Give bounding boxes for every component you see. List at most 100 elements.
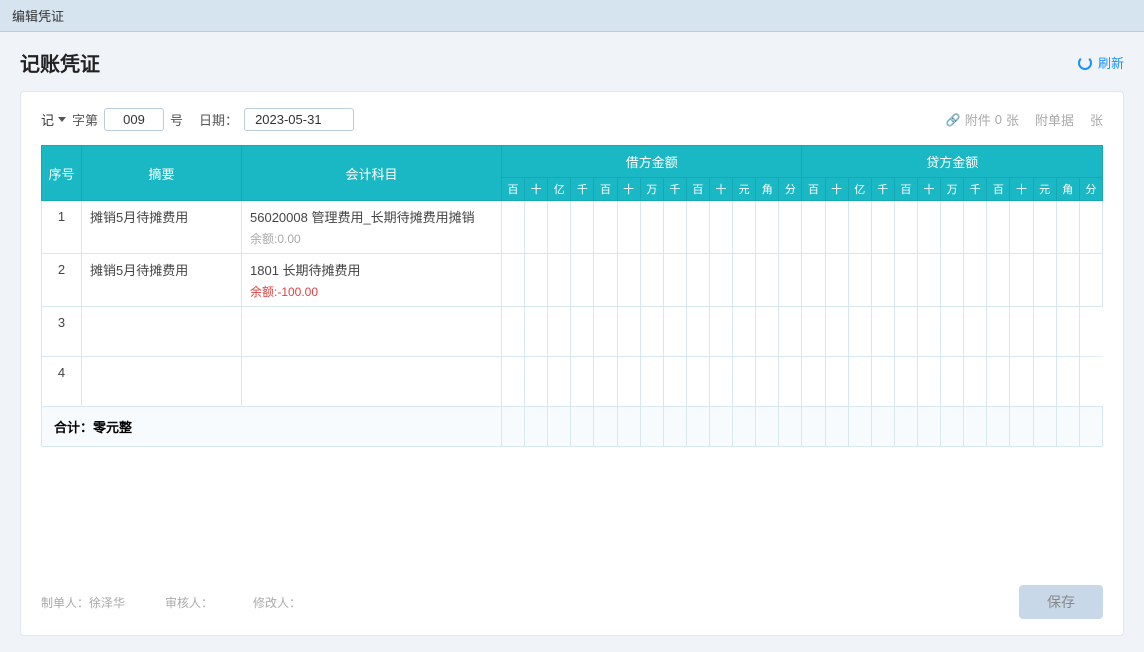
zi-label: 字第	[72, 110, 98, 129]
row2-summary[interactable]: 摊销5月待摊费用	[82, 254, 242, 307]
row2-d2[interactable]	[525, 254, 548, 307]
row1-c12[interactable]	[1056, 201, 1079, 254]
row2-c12[interactable]	[1056, 254, 1079, 307]
credit-digit-wan: 万	[941, 178, 964, 201]
row2-d3[interactable]	[548, 254, 571, 307]
row2-c2[interactable]	[825, 254, 848, 307]
row1-balance: 余额:0.00	[250, 230, 493, 247]
row1-d9[interactable]	[686, 201, 709, 254]
row4-summary[interactable]	[82, 357, 242, 407]
row2-d9[interactable]	[686, 254, 709, 307]
row2-c5[interactable]	[894, 254, 917, 307]
row3-summary[interactable]	[82, 307, 242, 357]
credit-digit-shi3: 十	[1010, 178, 1033, 201]
row2-c13[interactable]	[1079, 254, 1102, 307]
reviewer-info: 审核人：	[165, 594, 213, 611]
refresh-label: 刷新	[1098, 53, 1124, 72]
credit-digit-fen: 分	[1079, 178, 1102, 201]
debit-digit-yuan: 元	[733, 178, 756, 201]
row2-account[interactable]: 1801 长期待摊费用 余额:-100.00	[242, 254, 502, 307]
table-row: 1 摊销5月待摊费用 56020008 管理费用_长期待摊费用摊销 余额:0.0…	[42, 201, 1103, 254]
row2-d11[interactable]	[733, 254, 756, 307]
row1-c5[interactable]	[894, 201, 917, 254]
row1-d4[interactable]	[571, 201, 594, 254]
row1-c6[interactable]	[917, 201, 940, 254]
row2-c3[interactable]	[848, 254, 871, 307]
row1-c8[interactable]	[964, 201, 987, 254]
row3-account[interactable]	[242, 307, 502, 357]
row1-d13[interactable]	[779, 201, 802, 254]
row2-d10[interactable]	[709, 254, 732, 307]
row4-account[interactable]	[242, 357, 502, 407]
row2-d6[interactable]	[617, 254, 640, 307]
row1-d10[interactable]	[709, 201, 732, 254]
row3-seq: 3	[42, 307, 82, 357]
row2-c8[interactable]	[964, 254, 987, 307]
row3-d1[interactable]	[502, 307, 525, 357]
debit-digit-shi3: 十	[709, 178, 732, 201]
table-row: 2 摊销5月待摊费用 1801 长期待摊费用 余额:-100.00	[42, 254, 1103, 307]
row2-d8[interactable]	[663, 254, 686, 307]
refresh-button[interactable]: 刷新	[1078, 53, 1124, 72]
form-row: 记 字第 号 日期： 🔗 附件 0 张	[41, 108, 1103, 131]
footer-total: 合计：零元整	[42, 407, 502, 447]
table-footer-row: 合计：零元整	[42, 407, 1103, 447]
row2-d5[interactable]	[594, 254, 617, 307]
debit-digit-shi2: 十	[617, 178, 640, 201]
fudanjv-label: 附单据	[1035, 110, 1074, 129]
page-title: 记账凭证	[20, 48, 100, 77]
credit-digit-qian2: 千	[964, 178, 987, 201]
row1-c13[interactable]	[1079, 201, 1102, 254]
paperclip-icon: 🔗	[946, 113, 961, 127]
row2-c4[interactable]	[871, 254, 894, 307]
row1-c9[interactable]	[987, 201, 1010, 254]
date-input[interactable]	[244, 108, 354, 131]
row1-c10[interactable]	[1010, 201, 1033, 254]
attachment-link[interactable]: 🔗 附件 0 张	[946, 110, 1019, 129]
row2-c6[interactable]	[917, 254, 940, 307]
row2-c10[interactable]	[1010, 254, 1033, 307]
row1-d5[interactable]	[594, 201, 617, 254]
row1-d6[interactable]	[617, 201, 640, 254]
row1-d8[interactable]	[663, 201, 686, 254]
row1-d7[interactable]	[640, 201, 663, 254]
row2-c9[interactable]	[987, 254, 1010, 307]
credit-digit-yuan: 元	[1033, 178, 1056, 201]
credit-digit-qian1: 千	[871, 178, 894, 201]
row2-d4[interactable]	[571, 254, 594, 307]
row1-d3[interactable]	[548, 201, 571, 254]
row1-d12[interactable]	[756, 201, 779, 254]
row1-d1[interactable]	[502, 201, 525, 254]
row2-d7[interactable]	[640, 254, 663, 307]
row2-c11[interactable]	[1033, 254, 1056, 307]
refresh-icon	[1078, 56, 1092, 70]
row1-summary[interactable]: 摊销5月待摊费用	[82, 201, 242, 254]
row1-account[interactable]: 56020008 管理费用_长期待摊费用摊销 余额:0.00	[242, 201, 502, 254]
header-summary: 摘要	[82, 146, 242, 201]
attachment-count: 0	[995, 112, 1002, 127]
row2-balance: 余额:-100.00	[250, 283, 493, 300]
row1-c4[interactable]	[871, 201, 894, 254]
row1-c11[interactable]	[1033, 201, 1056, 254]
row1-c1[interactable]	[802, 201, 825, 254]
row2-d13[interactable]	[779, 254, 802, 307]
row2-account-text: 1801 长期待摊费用	[250, 260, 493, 279]
row1-d2[interactable]	[525, 201, 548, 254]
row2-d1[interactable]	[502, 254, 525, 307]
content-area: 记账凭证 刷新 记 字第 号 日期：	[0, 32, 1144, 652]
credit-digit-jiao: 角	[1056, 178, 1079, 201]
debit-digit-qian2: 千	[663, 178, 686, 201]
row1-c2[interactable]	[825, 201, 848, 254]
date-group: 日期：	[199, 108, 354, 131]
row1-d11[interactable]	[733, 201, 756, 254]
voucher-number-input[interactable]	[104, 108, 164, 131]
row1-c7[interactable]	[941, 201, 964, 254]
credit-digit-shi1: 十	[825, 178, 848, 201]
save-button[interactable]: 保存	[1019, 585, 1103, 619]
debit-digit-shi1: 十	[525, 178, 548, 201]
voucher-type-button[interactable]: 记	[41, 110, 66, 129]
row2-d12[interactable]	[756, 254, 779, 307]
row2-c1[interactable]	[802, 254, 825, 307]
row1-c3[interactable]	[848, 201, 871, 254]
row2-c7[interactable]	[941, 254, 964, 307]
